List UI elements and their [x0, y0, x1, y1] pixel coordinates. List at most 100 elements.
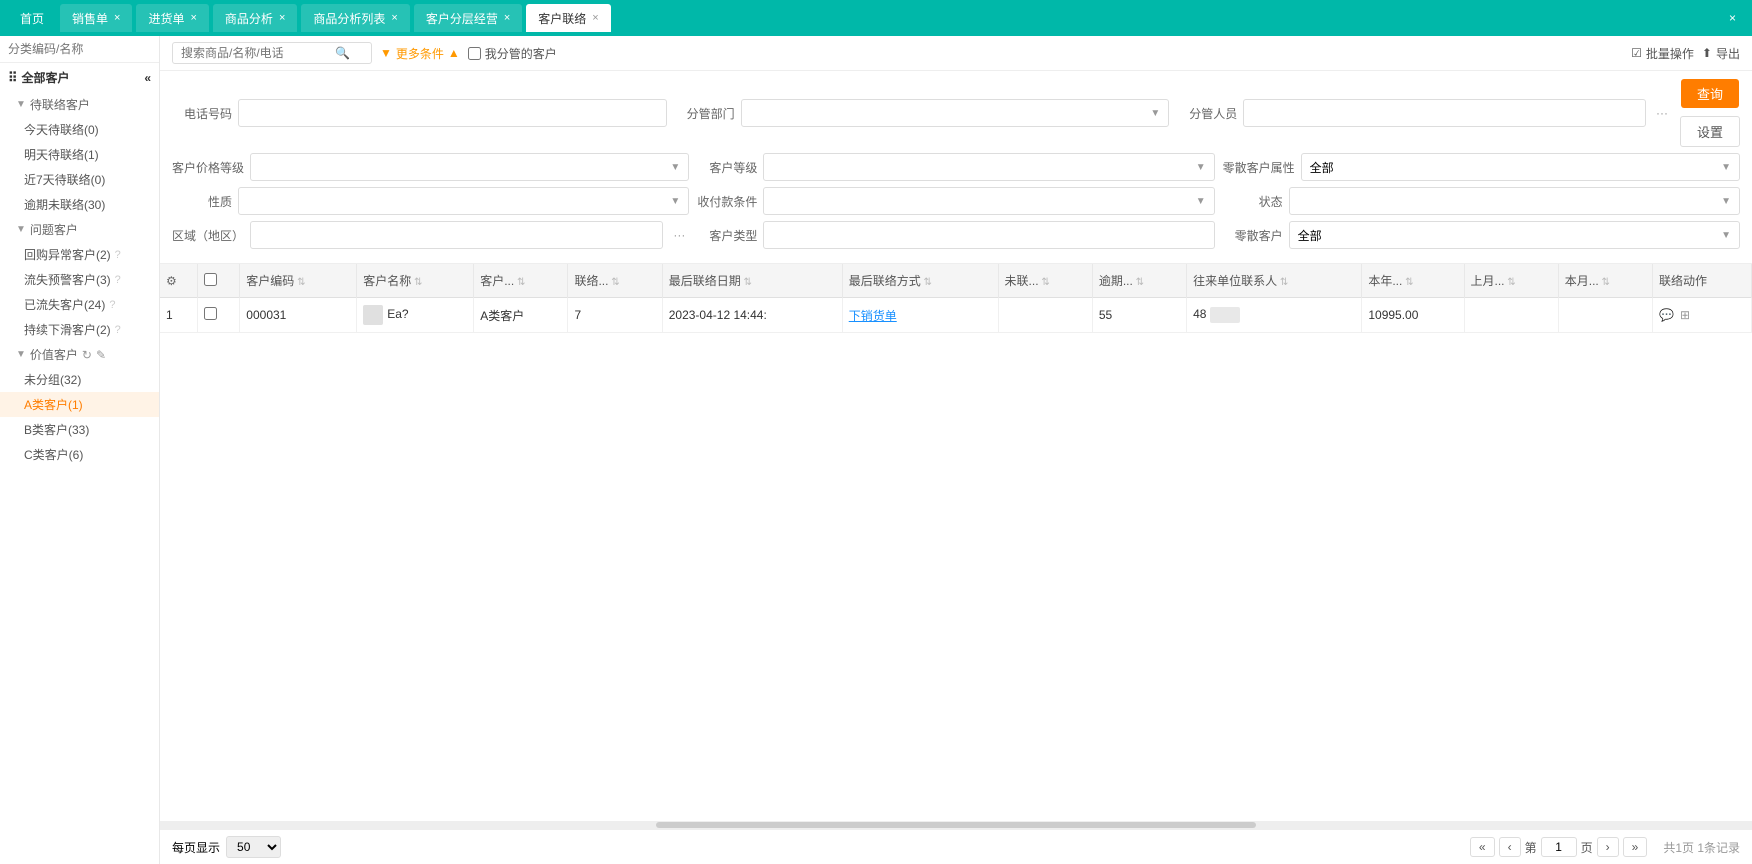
sidebar-item[interactable]: C类客户(6) — [0, 442, 159, 467]
sort-icon-company_contact[interactable]: ⇅ — [1277, 277, 1288, 288]
filter-select[interactable]: ▼ — [763, 153, 1214, 181]
my-customer-check[interactable] — [468, 47, 481, 60]
sidebar-item[interactable]: 持续下滑客户(2)? — [0, 317, 159, 342]
nav-tab-客户联络[interactable]: 客户联络× — [526, 4, 610, 32]
filter-input[interactable] — [763, 221, 1214, 249]
more-filter-button[interactable]: ▼ 更多条件 ▲ — [380, 45, 460, 62]
sidebar-group-title[interactable]: ▼问题客户 — [0, 217, 159, 242]
sort-icon-this_year[interactable]: ⇅ — [1402, 277, 1413, 288]
next-page-button[interactable]: › — [1597, 837, 1619, 857]
settings-button[interactable]: 设置 — [1680, 116, 1740, 147]
sort-icon-overdue_days[interactable]: ⇅ — [1133, 277, 1144, 288]
sort-icon-last_contact_date[interactable]: ⇅ — [741, 277, 752, 288]
sidebar-item[interactable]: 明天待联络(1) — [0, 142, 159, 167]
tab-close-icon[interactable]: × — [391, 12, 397, 24]
sidebar-group-title[interactable]: ▼待联络客户 — [0, 92, 159, 117]
sort-icon-last_contact_method[interactable]: ⇅ — [921, 277, 932, 288]
sort-icon-contact_count[interactable]: ⇅ — [608, 277, 619, 288]
filter-input-dots[interactable] — [250, 221, 663, 249]
filter-select[interactable]: ▼ — [741, 99, 1170, 127]
page-size-select[interactable]: 50100200 — [226, 836, 281, 858]
export-button[interactable]: ⬆ 导出 — [1702, 45, 1740, 62]
sidebar-item[interactable]: 已流失客户(24)? — [0, 292, 159, 317]
col-header-this_year[interactable]: 本年... ⇅ — [1362, 264, 1464, 298]
col-header-name[interactable]: 客户名称 ⇅ — [357, 264, 474, 298]
sidebar-item[interactable]: B类客户(33) — [0, 417, 159, 442]
sort-icon-uncontact_days[interactable]: ⇅ — [1039, 277, 1050, 288]
select-all-checkbox[interactable] — [204, 273, 217, 286]
sidebar-search-input[interactable] — [8, 42, 160, 56]
sidebar-item[interactable]: 流失预警客户(3)? — [0, 267, 159, 292]
sidebar-item[interactable]: A类客户(1) — [0, 392, 159, 417]
nav-home[interactable]: 首页 — [8, 4, 56, 32]
filter-select[interactable]: 全部▼ — [1301, 153, 1740, 181]
col-header-action[interactable]: 联络动作 — [1653, 264, 1752, 298]
sidebar-item[interactable]: 回购异常客户(2)? — [0, 242, 159, 267]
tab-close-icon[interactable]: × — [190, 12, 196, 24]
sort-icon-this_month[interactable]: ⇅ — [1599, 277, 1610, 288]
search-input[interactable] — [181, 46, 331, 60]
tab-close-icon[interactable]: × — [114, 12, 120, 24]
sort-icon-last_month[interactable]: ⇅ — [1505, 277, 1516, 288]
nav-tab-商品分析[interactable]: 商品分析× — [213, 4, 297, 32]
col-header-last_month[interactable]: 上月... ⇅ — [1464, 264, 1558, 298]
col-header-checkbox[interactable] — [198, 264, 240, 298]
filter-select[interactable]: ▼ — [250, 153, 689, 181]
tab-close-icon[interactable]: × — [592, 12, 598, 24]
col-header-this_month[interactable]: 本月... ⇅ — [1558, 264, 1652, 298]
sidebar-item[interactable]: 逾期未联络(30) — [0, 192, 159, 217]
tab-close-icon[interactable]: × — [504, 12, 510, 24]
prev-page-button[interactable]: ‹ — [1499, 837, 1521, 857]
filter-input[interactable] — [238, 99, 667, 127]
contact-method-link[interactable]: 下销货单 — [849, 309, 897, 323]
sidebar-search-bar[interactable]: 🔍 — [0, 36, 159, 63]
col-header-code[interactable]: 客户编码 ⇅ — [240, 264, 357, 298]
table-wrapper[interactable]: ⚙ 客户编码 ⇅客户名称 ⇅客户... ⇅联络... ⇅最后联络日期 ⇅最后联络方… — [160, 264, 1752, 821]
nav-tab-进货单[interactable]: 进货单× — [136, 4, 208, 32]
nav-tab-客户分层经营[interactable]: 客户分层经营× — [414, 4, 522, 32]
filter-dots-button[interactable]: ··· — [669, 228, 689, 242]
last-page-button[interactable]: » — [1623, 837, 1648, 857]
col-header-settings[interactable]: ⚙ — [160, 264, 198, 298]
col-header-type[interactable]: 客户... ⇅ — [474, 264, 568, 298]
col-header-uncontact_days[interactable]: 未联... ⇅ — [998, 264, 1092, 298]
col-header-company_contact[interactable]: 往来单位联系人 ⇅ — [1187, 264, 1362, 298]
col-header-overdue_days[interactable]: 逾期... ⇅ — [1092, 264, 1186, 298]
sidebar-item[interactable]: 未分组(32) — [0, 367, 159, 392]
all-customers-header[interactable]: ⠿ 全部客户 « — [0, 63, 159, 92]
search-bar[interactable]: 🔍 — [172, 42, 372, 64]
sidebar-item[interactable]: 近7天待联络(0) — [0, 167, 159, 192]
nav-tab-销售单[interactable]: 销售单× — [60, 4, 132, 32]
filter-select[interactable]: ▼ — [238, 187, 689, 215]
sidebar-group-extra-icon[interactable]: ↻ — [82, 348, 92, 362]
filter-select[interactable]: 全部▼ — [1289, 221, 1740, 249]
chat-icon[interactable]: 💬 — [1659, 308, 1674, 322]
filter-select[interactable]: ▼ — [1289, 187, 1740, 215]
col-header-contact_count[interactable]: 联络... ⇅ — [568, 264, 662, 298]
sort-icon-type[interactable]: ⇅ — [514, 277, 525, 288]
filter-field: 零散客户全部▼ — [1223, 221, 1740, 249]
sidebar-group-title[interactable]: ▼价值客户↻✎ — [0, 342, 159, 367]
close-all-button[interactable]: × — [1721, 9, 1744, 27]
query-button[interactable]: 查询 — [1681, 79, 1739, 108]
row-last-contact-method[interactable]: 下销货单 — [842, 298, 998, 333]
tab-close-icon[interactable]: × — [279, 12, 285, 24]
qrcode-icon[interactable]: ⊞ — [1680, 308, 1690, 322]
first-page-button[interactable]: « — [1470, 837, 1495, 857]
col-header-last_contact_date[interactable]: 最后联络日期 ⇅ — [662, 264, 842, 298]
sort-icon-name[interactable]: ⇅ — [411, 277, 422, 288]
row-checkbox[interactable] — [198, 298, 240, 333]
page-number-input[interactable] — [1541, 837, 1577, 857]
filter-select[interactable]: ▼ — [763, 187, 1214, 215]
sidebar-group-extra-icon[interactable]: ✎ — [96, 348, 106, 362]
settings-gear-icon[interactable]: ⚙ — [166, 274, 177, 288]
sort-icon-code[interactable]: ⇅ — [294, 277, 305, 288]
col-header-last_contact_method[interactable]: 最后联络方式 ⇅ — [842, 264, 998, 298]
filter-input-dots[interactable] — [1243, 99, 1646, 127]
filter-dots-button[interactable]: ··· — [1652, 106, 1672, 120]
nav-tab-商品分析列表[interactable]: 商品分析列表× — [301, 4, 409, 32]
my-customer-checkbox[interactable]: 我分管的客户 — [468, 45, 557, 62]
batch-op-button[interactable]: ☑ 批量操作 — [1631, 45, 1694, 62]
sidebar-collapse-icon[interactable]: « — [144, 71, 151, 85]
sidebar-item[interactable]: 今天待联络(0) — [0, 117, 159, 142]
